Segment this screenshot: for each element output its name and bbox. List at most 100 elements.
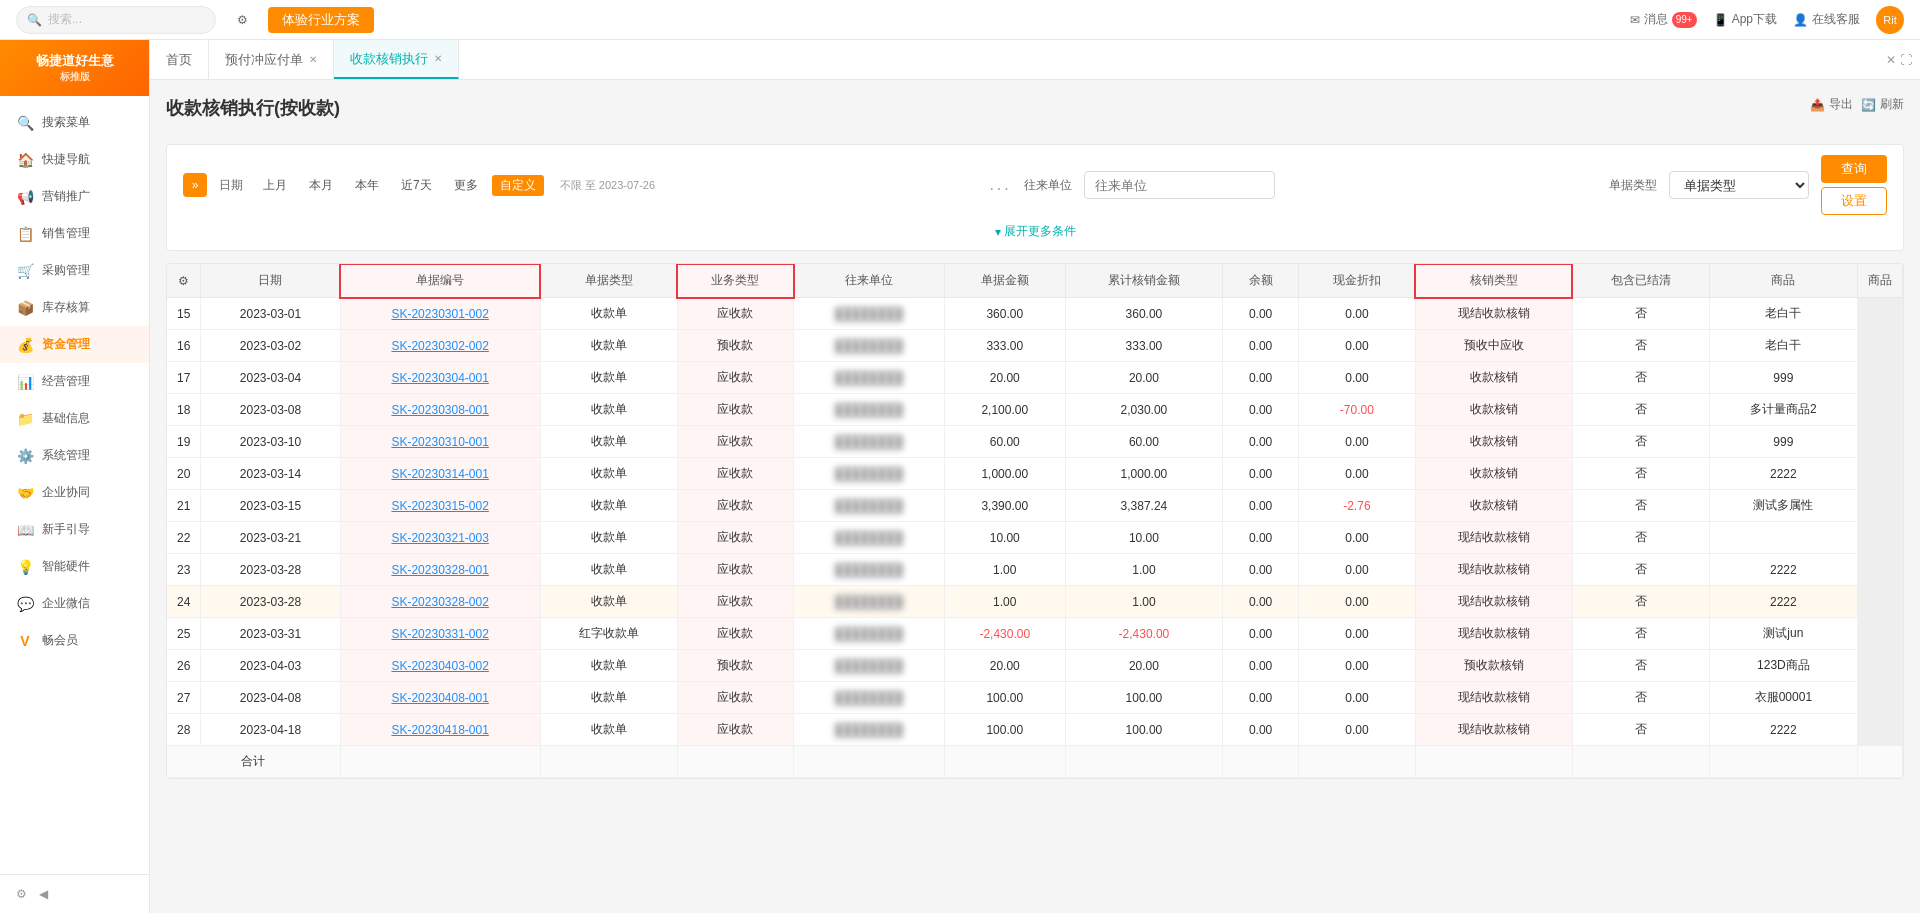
sidebar-item-business[interactable]: 📊 经营管理 [0,363,149,400]
sidebar-item-label: 搜索菜单 [42,114,90,131]
col-date: 日期 [201,264,340,298]
cell-include-settled: 否 [1572,682,1709,714]
settings-icon[interactable]: ⚙ [228,6,256,34]
bill-type-select[interactable]: 单据类型 [1669,171,1809,199]
tab-bar: 首页 预付冲应付单 ✕ 收款核销执行 ✕ ✕ ⛶ [150,40,1920,80]
date-option-more[interactable]: 更多 [446,175,486,196]
cell-bill-type: 收款单 [540,682,677,714]
partner-input[interactable] [1084,171,1275,199]
collapse-icon[interactable]: ◀ [39,887,48,901]
sidebar-item-inventory[interactable]: 📦 库存核算 [0,289,149,326]
bill-no-link[interactable]: SK-20230304-001 [391,371,488,385]
table-row: 182023-03-08SK-20230308-001收款单应收款███████… [167,394,1903,426]
table-header-row: ⚙ 日期 单据编号 单据类型 业务类型 往来单位 单据金额 累计核销金额 余额 … [167,264,1903,298]
cell-amount: 3,390.00 [944,490,1065,522]
sidebar-item-quick-nav[interactable]: 🏠 快捷导航 [0,141,149,178]
sidebar-item-hardware[interactable]: 💡 智能硬件 [0,548,149,585]
bill-no-link[interactable]: SK-20230308-001 [391,403,488,417]
sidebar-item-label: 营销推广 [42,188,90,205]
sidebar-bottom: ⚙ ◀ [0,874,149,913]
messages-btn[interactable]: ✉ 消息 99+ [1630,11,1697,28]
sidebar-item-guide[interactable]: 📖 新手引导 [0,511,149,548]
top-right-actions: 📤 导出 🔄 刷新 [1810,96,1904,113]
bill-no-link[interactable]: SK-20230315-002 [391,499,488,513]
tab-close-all-icon[interactable]: ✕ [1886,53,1896,67]
bill-no-link[interactable]: SK-20230328-002 [391,595,488,609]
query-button[interactable]: 查询 [1821,155,1887,183]
sidebar-item-label: 智能硬件 [42,558,90,575]
table-row: 152023-03-01SK-20230301-002收款单应收款███████… [167,298,1903,330]
action-buttons: 查询 设置 [1821,155,1887,215]
table-body: 152023-03-01SK-20230301-002收款单应收款███████… [167,298,1903,746]
cell-cash-discount: 0.00 [1299,522,1416,554]
cell-bill-type: 收款单 [540,426,677,458]
bill-no-link[interactable]: SK-20230321-003 [391,531,488,545]
tab-home[interactable]: 首页 [150,40,209,79]
cell-biz-type: 应收款 [677,618,794,650]
bill-no-link[interactable]: SK-20230314-001 [391,467,488,481]
sidebar-item-wechat[interactable]: 💬 企业微信 [0,585,149,622]
cell-row-num: 20 [167,458,201,490]
cell-goods: 2222 [1709,554,1857,586]
footer-partner [794,746,944,778]
sidebar-item-system[interactable]: ⚙️ 系统管理 [0,437,149,474]
cell-goods2 [1858,394,1903,426]
setting-button[interactable]: 设置 [1821,187,1887,215]
sidebar-item-member[interactable]: V 畅会员 [0,622,149,659]
cell-amount: 1.00 [944,586,1065,618]
date-option-this-month[interactable]: 本月 [301,175,341,196]
cell-amount: 1,000.00 [944,458,1065,490]
col-gear[interactable]: ⚙ [167,264,201,298]
top-header: 🔍 搜索... ⚙ 体验行业方案 ✉ 消息 99+ 📱 App下载 👤 在线客服… [0,0,1920,40]
tab-close-receipt[interactable]: ✕ [434,53,442,64]
sidebar-item-label: 基础信息 [42,410,90,427]
bill-no-link[interactable]: SK-20230418-001 [391,723,488,737]
tab-prepay[interactable]: 预付冲应付单 ✕ [209,40,334,79]
bill-no-link[interactable]: SK-20230328-001 [391,563,488,577]
experience-button[interactable]: 体验行业方案 [268,7,374,33]
cell-cancel-type: 现结收款核销 [1415,586,1572,618]
bill-no-link[interactable]: SK-20230331-002 [391,627,488,641]
bill-no-link[interactable]: SK-20230302-002 [391,339,488,353]
cell-balance: 0.00 [1223,298,1299,330]
tab-receipt-exec[interactable]: 收款核销执行 ✕ [334,40,459,79]
cell-date: 2023-03-01 [201,298,340,330]
bill-no-link[interactable]: SK-20230408-001 [391,691,488,705]
table-row: 222023-03-21SK-20230321-003收款单应收款███████… [167,522,1903,554]
tab-expand-icon[interactable]: ⛶ [1900,53,1912,67]
cell-amount: 20.00 [944,362,1065,394]
cell-bill-type: 收款单 [540,586,677,618]
cell-row-num: 15 [167,298,201,330]
refresh-button[interactable]: 🔄 刷新 [1861,96,1904,113]
export-button[interactable]: 📤 导出 [1810,96,1853,113]
sidebar-item-purchase[interactable]: 🛒 采购管理 [0,252,149,289]
avatar[interactable]: Rit [1876,6,1904,34]
cell-balance: 0.00 [1223,330,1299,362]
date-option-this-year[interactable]: 本年 [347,175,387,196]
table-scroll[interactable]: ⚙ 日期 单据编号 单据类型 业务类型 往来单位 单据金额 累计核销金额 余额 … [167,264,1903,778]
bill-no-link[interactable]: SK-20230301-002 [391,307,488,321]
cart-icon: 🛒 [16,263,34,279]
top-search[interactable]: 🔍 搜索... [16,6,216,34]
bill-no-link[interactable]: SK-20230310-001 [391,435,488,449]
expand-more-btn[interactable]: ▾ 展开更多条件 [995,223,1076,240]
online-service-btn[interactable]: 👤 在线客服 [1793,11,1860,28]
tab-close-prepay[interactable]: ✕ [309,54,317,65]
footer-bill-type [540,746,677,778]
app-download-btn[interactable]: 📱 App下载 [1713,11,1777,28]
date-option-last-month[interactable]: 上月 [255,175,295,196]
date-option-7days[interactable]: 近7天 [393,175,440,196]
bill-no-link[interactable]: SK-20230403-002 [391,659,488,673]
filter-toggle-btn[interactable]: » [183,173,207,197]
cell-partner: ████████ [794,394,944,426]
sidebar-item-search[interactable]: 🔍 搜索菜单 [0,104,149,141]
sidebar-item-base-info[interactable]: 📁 基础信息 [0,400,149,437]
cell-include-settled: 否 [1572,522,1709,554]
date-option-custom[interactable]: 自定义 [492,175,544,196]
sidebar-item-finance[interactable]: 💰 资金管理 [0,326,149,363]
sidebar-item-enterprise[interactable]: 🤝 企业协同 [0,474,149,511]
cell-goods2 [1858,426,1903,458]
sidebar-item-sales[interactable]: 📋 销售管理 [0,215,149,252]
sidebar-item-marketing[interactable]: 📢 营销推广 [0,178,149,215]
settings-bottom-icon[interactable]: ⚙ [16,887,27,901]
